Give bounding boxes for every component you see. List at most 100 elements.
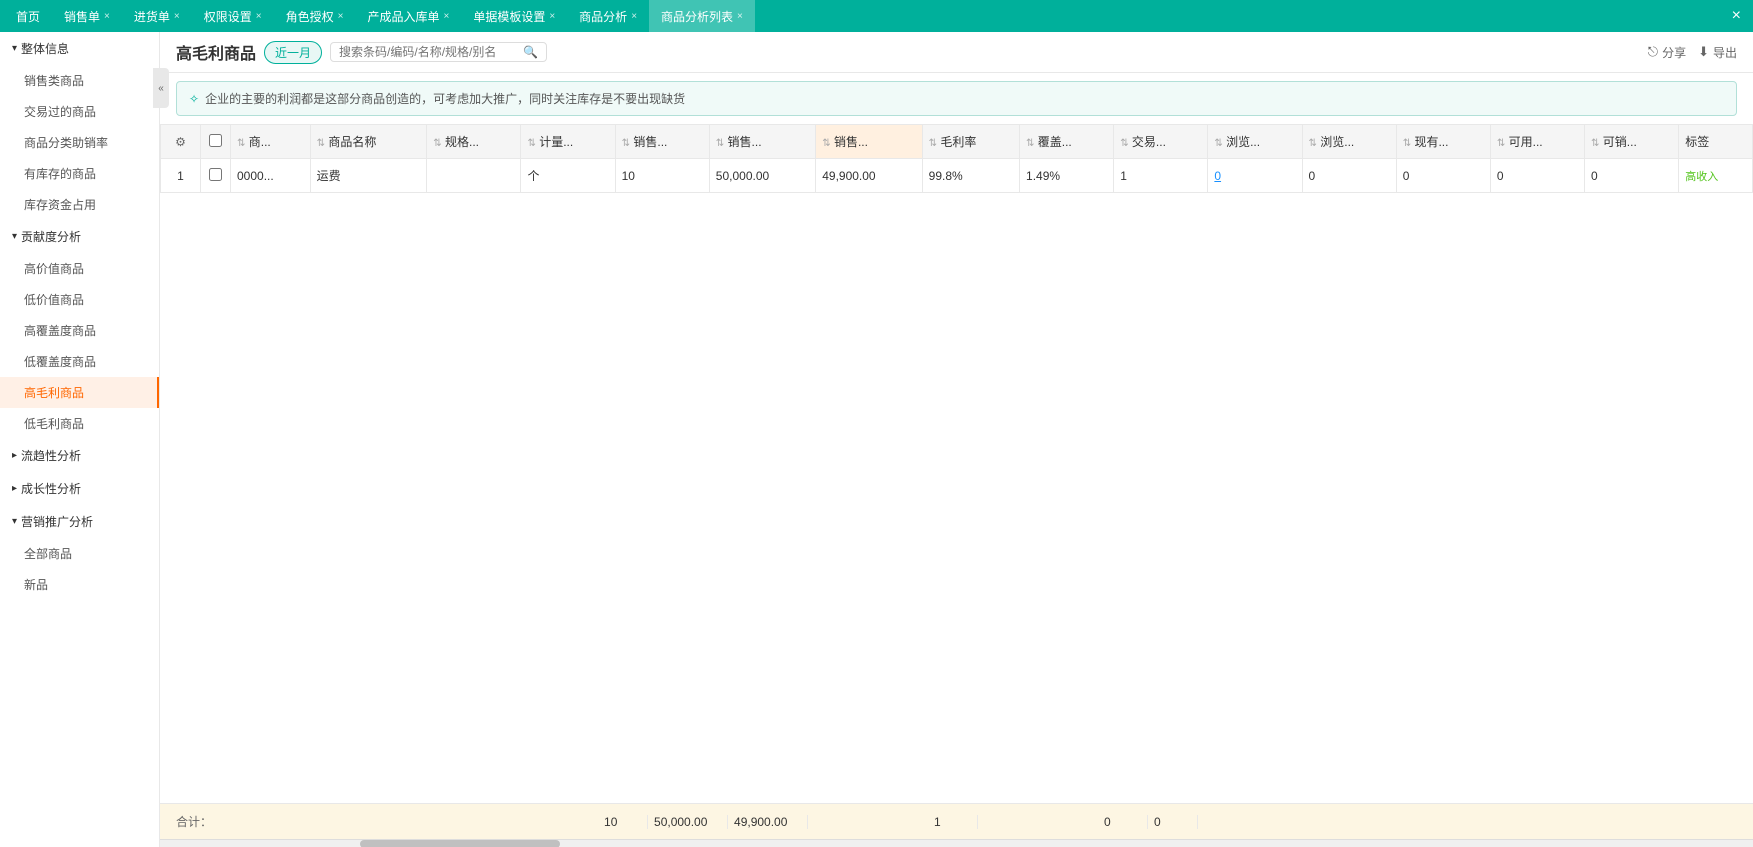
col-available[interactable]: ⇅ 可用... [1490, 125, 1584, 159]
sidebar: ▾ 整体信息 销售类商品 交易过的商品 商品分类助销率 有库存的商品 库存资金占… [0, 32, 160, 847]
header-actions: ⎋ 分享 ⬇ 导出 [1648, 44, 1737, 61]
col-gross-rate[interactable]: ⇅ 毛利率 [922, 125, 1019, 159]
row-spec [427, 159, 521, 193]
sidebar-group-overview-items: 销售类商品 交易过的商品 商品分类助销率 有库存的商品 库存资金占用 [0, 65, 159, 220]
nav-tab-analysis[interactable]: 商品分析 × [567, 0, 649, 32]
top-navigation: 首页 销售单 × 进货单 × 权限设置 × 角色授权 × 产成品入库单 × 单据… [0, 0, 1753, 32]
sidebar-group-growth[interactable]: ▸ 成长性分析 [0, 472, 159, 505]
sidebar-item-in-stock[interactable]: 有库存的商品 [0, 158, 159, 189]
row-checkbox[interactable] [201, 159, 231, 193]
nav-tab-permissions[interactable]: 权限设置 × [192, 0, 274, 32]
col-coverage[interactable]: ⇅ 覆盖... [1020, 125, 1114, 159]
close-analysis-tab[interactable]: × [631, 11, 637, 22]
share-button[interactable]: ⎋ 分享 [1648, 44, 1686, 61]
row-browse1[interactable]: 0 [1208, 159, 1302, 193]
sidebar-item-inventory-capital[interactable]: 库存资金占用 [0, 189, 159, 220]
sidebar-group-contribution[interactable]: ▾ 贡献度分析 [0, 220, 159, 253]
close-all-tabs[interactable]: × [1724, 7, 1749, 25]
sidebar-item-low-value[interactable]: 低价值商品 [0, 284, 159, 315]
select-all-checkbox[interactable] [209, 134, 222, 147]
sidebar-group-marketing-items: 全部商品 新品 [0, 538, 159, 600]
footer-transactions: 1 [928, 815, 978, 829]
sidebar-item-traded-goods[interactable]: 交易过的商品 [0, 96, 159, 127]
sort-icon: ⇅ [622, 138, 630, 149]
col-sales3[interactable]: ⇅ 销售... [816, 125, 922, 159]
sort-icon: ⇅ [1497, 138, 1505, 149]
scroll-thumb[interactable] [360, 840, 560, 847]
nav-tab-roles[interactable]: 角色授权 × [274, 0, 356, 32]
col-name[interactable]: ⇅ 商品名称 [310, 125, 427, 159]
horizontal-scrollbar[interactable] [160, 839, 1753, 847]
sidebar-item-sales-goods[interactable]: 销售类商品 [0, 65, 159, 96]
col-sales1[interactable]: ⇅ 销售... [615, 125, 709, 159]
sort-icon: ⇅ [822, 138, 830, 149]
sort-icon: ⇅ [1591, 138, 1599, 149]
search-input[interactable] [339, 45, 519, 59]
sidebar-item-high-margin[interactable]: 高毛利商品 [0, 377, 159, 408]
col-browse1[interactable]: ⇅ 浏览... [1208, 125, 1302, 159]
footer-available: 0 [1148, 815, 1198, 829]
nav-tab-template[interactable]: 单据模板设置 × [461, 0, 567, 32]
overview-arrow: ▾ [12, 43, 17, 54]
nav-tab-purchase[interactable]: 进货单 × [122, 0, 192, 32]
col-sellable[interactable]: ⇅ 可销... [1585, 125, 1679, 159]
sort-icon: ⇅ [433, 138, 441, 149]
sidebar-group-contribution-items: 高价值商品 低价值商品 高覆盖度商品 低覆盖度商品 高毛利商品 低毛利商品 [0, 253, 159, 439]
sidebar-group-flow[interactable]: ▸ 流趋性分析 [0, 439, 159, 472]
sidebar-group-marketing[interactable]: ▾ 营销推广分析 [0, 505, 159, 538]
sidebar-item-category-rate[interactable]: 商品分类助销率 [0, 127, 159, 158]
sidebar-item-all-goods[interactable]: 全部商品 [0, 538, 159, 569]
sidebar-item-low-margin[interactable]: 低毛利商品 [0, 408, 159, 439]
col-code[interactable]: ⇅ 商... [231, 125, 311, 159]
close-roles-tab[interactable]: × [338, 11, 344, 22]
sidebar-collapse-button[interactable]: « [153, 68, 169, 108]
sidebar-group-overview[interactable]: ▾ 整体信息 [0, 32, 159, 65]
col-spec[interactable]: ⇅ 规格... [427, 125, 521, 159]
search-icon[interactable]: 🔍 [523, 45, 538, 59]
nav-tab-home[interactable]: 首页 [4, 0, 52, 32]
close-sales-tab[interactable]: × [104, 11, 110, 22]
nav-tab-production[interactable]: 产成品入库单 × [355, 0, 461, 32]
col-transactions[interactable]: ⇅ 交易... [1114, 125, 1208, 159]
filter-recent-month[interactable]: 近一月 [264, 41, 322, 64]
content-area: 高毛利商品 近一月 🔍 ⎋ 分享 ⬇ 导出 ✧ 企业的主 [160, 32, 1753, 847]
sidebar-item-high-coverage[interactable]: 高覆盖度商品 [0, 315, 159, 346]
col-sales2[interactable]: ⇅ 销售... [709, 125, 815, 159]
row-code: 0000... [231, 159, 311, 193]
search-box[interactable]: 🔍 [330, 42, 547, 62]
sort-icon: ⇅ [1309, 138, 1317, 149]
col-tag[interactable]: 标签 [1679, 125, 1753, 159]
info-icon: ✧ [189, 92, 199, 106]
footer-sales1: 10 [598, 815, 648, 829]
col-unit[interactable]: ⇅ 计量... [521, 125, 615, 159]
sidebar-item-high-value[interactable]: 高价值商品 [0, 253, 159, 284]
close-production-tab[interactable]: × [443, 11, 449, 22]
close-analysis-list-tab[interactable]: × [737, 11, 743, 22]
sidebar-item-new-goods[interactable]: 新品 [0, 569, 159, 600]
col-checkbox[interactable] [201, 125, 231, 159]
row-name: 运费 [310, 159, 427, 193]
flow-arrow: ▸ [12, 450, 17, 461]
col-current[interactable]: ⇅ 现有... [1396, 125, 1490, 159]
nav-tab-sales[interactable]: 销售单 × [52, 0, 122, 32]
settings-icon[interactable]: ⚙ [175, 135, 186, 149]
footer-summary: 合计： 10 50,000.00 49,900.00 1 0 0 [160, 803, 1753, 839]
table-header: ⚙ ⇅ 商... ⇅ 商品名称 [161, 125, 1753, 159]
col-browse2[interactable]: ⇅ 浏览... [1302, 125, 1396, 159]
sort-icon: ⇅ [237, 138, 245, 149]
main-layout: ▾ 整体信息 销售类商品 交易过的商品 商品分类助销率 有库存的商品 库存资金占… [0, 32, 1753, 847]
close-template-tab[interactable]: × [549, 11, 555, 22]
footer-current: 0 [1098, 815, 1148, 829]
row-select-checkbox[interactable] [209, 168, 222, 181]
nav-tab-analysis-list[interactable]: 商品分析列表 × [649, 0, 755, 32]
sort-icon: ⇅ [1403, 138, 1411, 149]
table-container[interactable]: ⚙ ⇅ 商... ⇅ 商品名称 [160, 124, 1753, 803]
close-purchase-tab[interactable]: × [174, 11, 180, 22]
export-button[interactable]: ⬇ 导出 [1698, 44, 1737, 61]
close-permissions-tab[interactable]: × [256, 11, 262, 22]
sort-icon: ⇅ [317, 138, 325, 149]
sort-icon: ⇅ [1120, 138, 1128, 149]
col-settings[interactable]: ⚙ [161, 125, 201, 159]
sidebar-item-low-coverage[interactable]: 低覆盖度商品 [0, 346, 159, 377]
row-tag: 高收入 [1679, 159, 1753, 193]
